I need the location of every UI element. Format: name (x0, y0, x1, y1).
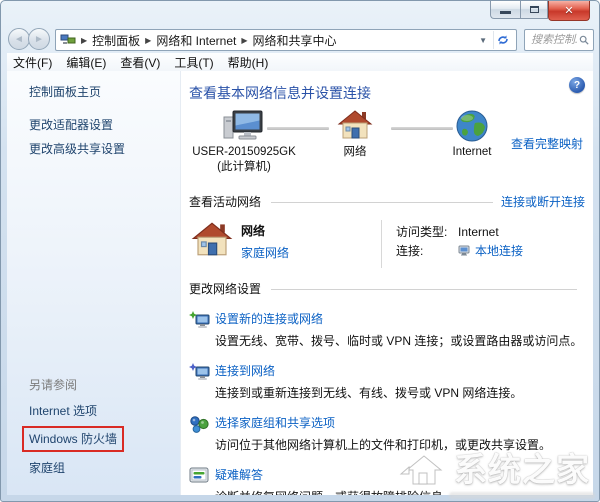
task-setup-new-connection: 设置新的连接或网络 设置无线、宽带、拨号、临时或 VPN 连接；或设置路由器或访… (189, 310, 585, 349)
see-also-header: 另请参阅 (29, 378, 78, 392)
computer-sub-label: (此计算机) (217, 161, 271, 173)
menu-view[interactable]: 查看(V) (120, 54, 160, 71)
access-type-label: 访问类型: (396, 225, 448, 239)
task-troubleshoot: 疑难解答 诊断并修复网络问题，或获得故障排除信息。 (189, 466, 585, 495)
connection-label: 连接: (396, 244, 424, 258)
forward-icon: ► (34, 33, 44, 45)
window-controls: ✕ (490, 1, 590, 21)
breadcrumb-control-panel[interactable]: 控制面板 (92, 32, 140, 49)
task-homegroup-sharing: 选择家庭组和共享选项 访问位于其他网络计算机上的文件和打印机，或更改共享设置。 (189, 414, 585, 453)
close-icon: ✕ (564, 5, 574, 17)
map-node-computer[interactable]: USER-20150925GK (此计算机) (185, 109, 303, 174)
home-network-link[interactable]: 家庭网络 (241, 246, 289, 260)
house-icon (191, 222, 233, 256)
breadcrumb-separator-icon: ▶ (241, 35, 248, 45)
minimize-button[interactable] (490, 1, 520, 19)
setup-new-connection-desc: 设置无线、宽带、拨号、临时或 VPN 连接；或设置路由器或访问点。 (215, 334, 583, 348)
sidebar-item-change-advanced-sharing[interactable]: 更改高级共享设置 (29, 140, 180, 157)
minimize-icon (500, 11, 511, 14)
connect-disconnect-link[interactable]: 连接或断开连接 (501, 193, 585, 210)
setup-new-connection-link[interactable]: 设置新的连接或网络 (215, 312, 323, 326)
globe-icon (456, 110, 488, 142)
view-full-map-link[interactable]: 查看完整映射 (511, 135, 583, 152)
address-dropdown-icon[interactable]: ▼ (479, 36, 487, 45)
homegroup-icon (190, 416, 209, 433)
address-bar[interactable]: ▶ 控制面板 ▶ 网络和 Internet ▶ 网络和共享中心 ▼ (55, 29, 517, 51)
refresh-button[interactable] (493, 31, 512, 49)
search-box[interactable] (524, 29, 594, 51)
search-input[interactable] (529, 33, 579, 47)
active-network-card: 网络 家庭网络 访问类型: Internet 连接: 本地连接 (191, 220, 585, 268)
menu-file[interactable]: 文件(F) (13, 54, 52, 71)
menu-edit[interactable]: 编辑(E) (66, 54, 106, 71)
computer-icon (223, 110, 263, 140)
house-icon (337, 110, 373, 139)
main-panel: 查看基本网络信息并设置连接 ? USER-20150925GK (此计算机) 网… (181, 71, 593, 495)
network-map: USER-20150925GK (此计算机) 网络 Internet 查看完整映… (189, 107, 585, 187)
sidebar-item-homegroup[interactable]: 家庭组 (29, 459, 180, 476)
breadcrumb-separator-icon: ▶ (145, 35, 152, 45)
menu-bar: 文件(F) 编辑(E) 查看(V) 工具(T) 帮助(H) (7, 53, 593, 72)
search-icon[interactable] (579, 34, 589, 46)
local-connection-link[interactable]: 本地连接 (475, 242, 523, 259)
menu-help[interactable]: 帮助(H) (228, 54, 269, 71)
troubleshoot-link[interactable]: 疑难解答 (215, 468, 263, 482)
help-button[interactable]: ? (569, 77, 585, 93)
sidebar-item-change-adapter-settings[interactable]: 更改适配器设置 (29, 116, 180, 133)
homegroup-options-desc: 访问位于其他网络计算机上的文件和打印机，或更改共享设置。 (215, 438, 552, 452)
troubleshoot-icon (189, 467, 209, 483)
active-networks-header: 查看活动网络 连接或断开连接 (189, 193, 585, 210)
computer-name-label: USER-20150925GK (192, 146, 296, 158)
connect-network-icon (189, 363, 210, 380)
connect-to-network-link[interactable]: 连接到网络 (215, 364, 275, 378)
content-area: 控制面板主页 更改适配器设置 更改高级共享设置 另请参阅 Internet 选项… (7, 71, 593, 495)
local-connection-icon (458, 245, 470, 256)
sidebar-item-internet-options[interactable]: Internet 选项 (29, 402, 180, 419)
menu-tools[interactable]: 工具(T) (174, 54, 213, 71)
homegroup-options-link[interactable]: 选择家庭组和共享选项 (215, 416, 335, 430)
address-row: ◄ ► ▶ 控制面板 ▶ 网络和 Internet ▶ 网络和共享中心 ▼ (1, 27, 599, 53)
change-settings-header: 更改网络设置 (189, 280, 585, 297)
close-button[interactable]: ✕ (548, 1, 590, 21)
internet-node-label: Internet (452, 146, 492, 158)
active-network-name: 网络 (241, 224, 266, 238)
access-type-value: Internet (458, 224, 499, 239)
forward-button[interactable]: ► (28, 28, 50, 50)
map-connector-line (267, 127, 329, 130)
see-also-section: 另请参阅 Internet 选项 Windows 防火墙 家庭组 (7, 376, 180, 483)
sidebar: 控制面板主页 更改适配器设置 更改高级共享设置 另请参阅 Internet 选项… (7, 71, 181, 495)
active-networks-title: 查看活动网络 (189, 195, 262, 209)
sidebar-item-control-panel-home[interactable]: 控制面板主页 (29, 83, 180, 100)
breadcrumb-network-internet[interactable]: 网络和 Internet (156, 32, 236, 49)
network-node-label: 网络 (343, 146, 367, 158)
maximize-button[interactable] (520, 1, 548, 19)
connect-to-network-desc: 连接到或重新连接到无线、有线、拨号或 VPN 网络连接。 (215, 386, 523, 400)
vertical-divider (381, 220, 382, 268)
page-title: 查看基本网络信息并设置连接 (189, 85, 371, 101)
annotation-red-box: Windows 防火墙 (22, 426, 125, 452)
troubleshoot-desc: 诊断并修复网络问题，或获得故障排除信息。 (215, 488, 455, 495)
breadcrumb-network-sharing-center[interactable]: 网络和共享中心 (253, 32, 337, 49)
back-icon: ◄ (14, 33, 24, 45)
breadcrumb-separator-icon: ▶ (81, 35, 88, 45)
maximize-icon (529, 6, 539, 13)
network-location-icon (60, 34, 76, 44)
section-divider (271, 289, 577, 290)
section-divider (271, 202, 493, 203)
refresh-icon (498, 35, 508, 45)
help-icon: ? (573, 79, 581, 91)
task-connect-to-network: 连接到网络 连接到或重新连接到无线、有线、拨号或 VPN 网络连接。 (189, 362, 585, 401)
change-settings-title: 更改网络设置 (189, 282, 262, 296)
map-node-network[interactable]: 网络 (323, 109, 387, 159)
back-button[interactable]: ◄ (8, 28, 30, 50)
sidebar-item-windows-firewall[interactable]: Windows 防火墙 (29, 432, 117, 446)
new-connection-icon (189, 311, 210, 328)
network-sharing-center-window: ✕ ◄ ► ▶ 控制面板 ▶ 网络和 Internet ▶ 网络和共享中心 ▼ (0, 0, 600, 502)
map-node-internet[interactable]: Internet (437, 109, 507, 158)
